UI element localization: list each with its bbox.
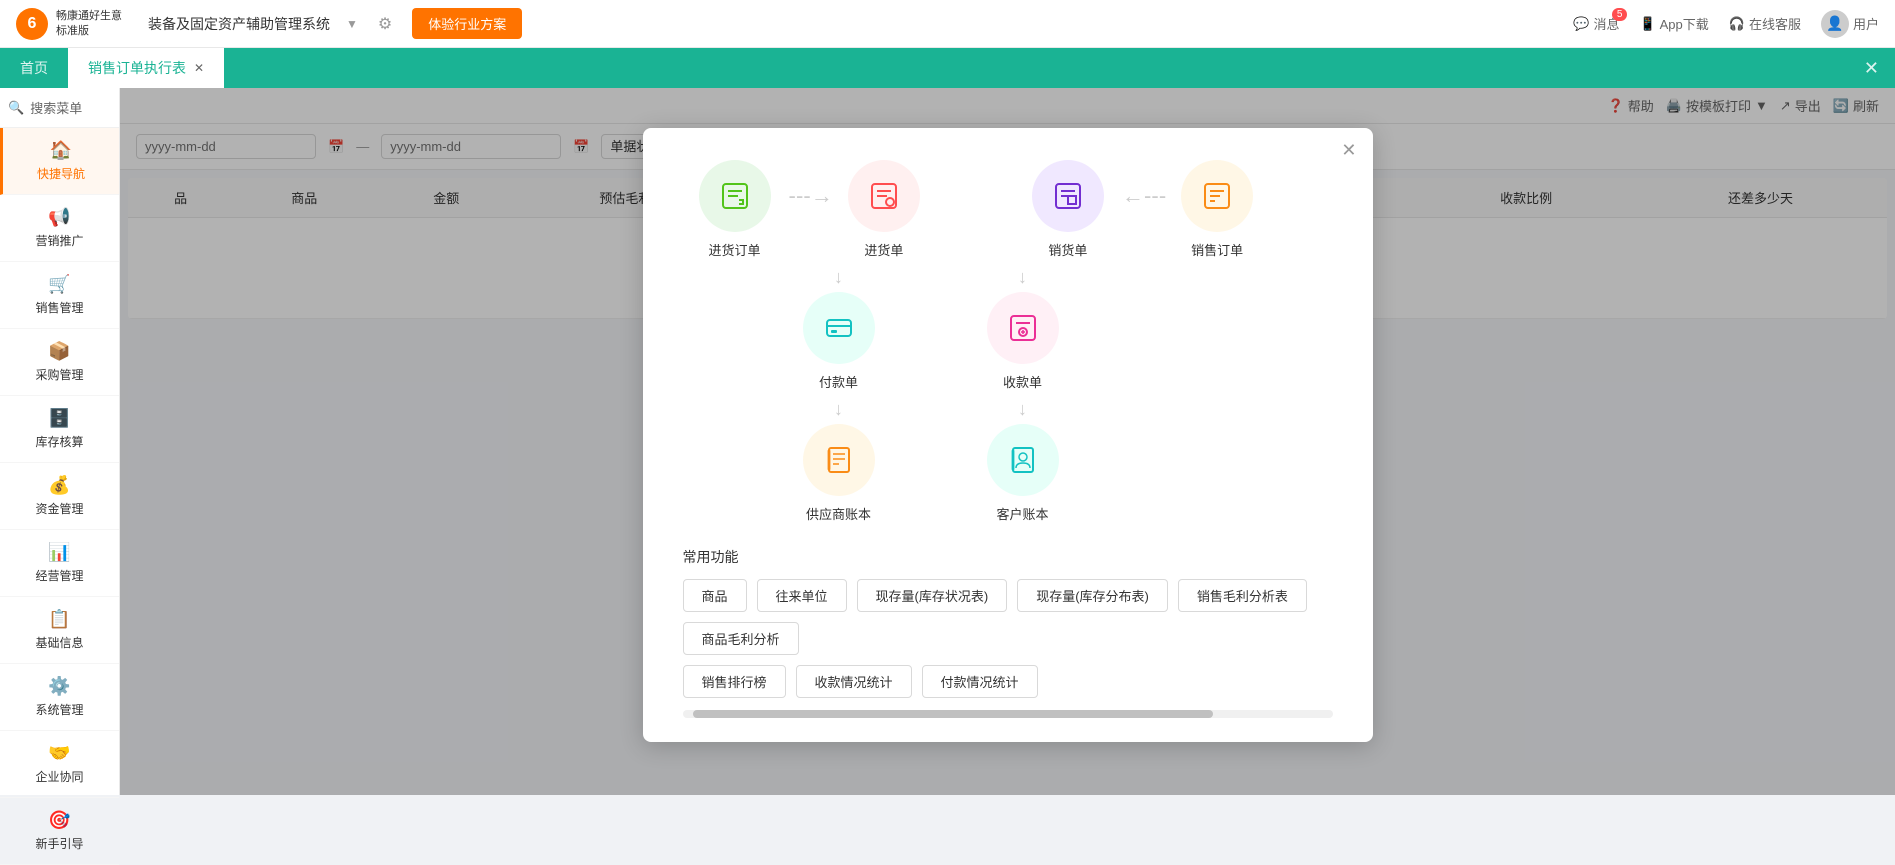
logo-area: 6 畅康通好生意 标准版 [16, 8, 136, 40]
flow-purchase-order: 进货订单 [699, 160, 771, 259]
sidebar-item-system[interactable]: ⚙️ 系统管理 [0, 664, 119, 731]
purchase-bill-circle [848, 160, 920, 232]
tab-sales-order[interactable]: 销售订单执行表 ✕ [68, 48, 224, 88]
function-buttons-row2: 销售排行榜 收款情况统计 付款情况统计 [683, 665, 1333, 698]
sidebar-item-inventory[interactable]: 🗄️ 库存核算 [0, 396, 119, 463]
func-btn-sales-rank[interactable]: 销售排行榜 [683, 665, 786, 698]
flow-receipt-bill: 收款单 [987, 292, 1059, 391]
top-header: 6 畅康通好生意 标准版 装备及固定资产辅助管理系统 ▼ ⚙ 体验行业方案 💬 … [0, 0, 1895, 48]
func-btn-product-profit[interactable]: 商品毛利分析 [683, 622, 799, 655]
sales-order-circle [1181, 160, 1253, 232]
tab-bar: 首页 销售订单执行表 ✕ ✕ [0, 48, 1895, 88]
arrow-payment-supplier: ↓ [787, 399, 891, 420]
func-btn-stock-dist[interactable]: 现存量(库存分布表) [1017, 579, 1168, 612]
gear-icon[interactable]: ⚙ [378, 14, 392, 34]
service-icon: 🎧 [1729, 16, 1745, 32]
main-layout: 🔍 搜索菜单 🏠 快捷导航 📢 营销推广 🛒 销售管理 📦 采购管理 🗄️ 库存… [0, 88, 1895, 795]
message-item[interactable]: 💬 消息 5 [1573, 14, 1619, 33]
common-title: 常用功能 [683, 547, 1333, 567]
sidebar-item-sales[interactable]: 🛒 销售管理 [0, 262, 119, 329]
function-buttons: 商品 往来单位 现存量(库存状况表) 现存量(库存分布表) 销售毛利分析表 商品… [683, 579, 1333, 655]
trial-button[interactable]: 体验行业方案 [412, 8, 522, 39]
system-title: 装备及固定资产辅助管理系统 [148, 14, 330, 34]
logo-icon: 6 [16, 8, 48, 40]
enterprise-icon: 🤝 [48, 743, 70, 764]
inventory-icon: 🗄️ [48, 408, 70, 429]
content-area: ❓ 帮助 🖨️ 按模板打印 ▼ ↗ 导出 🔄 刷新 📅 — 📅 [120, 88, 1895, 795]
flow-payment-bill: 付款单 [803, 292, 875, 391]
purchase-icon: 📦 [48, 341, 70, 362]
func-btn-receipt-stats[interactable]: 收款情况统计 [796, 665, 912, 698]
sidebar-item-newbie[interactable]: 🎯 新手引导 [0, 798, 119, 865]
tab-home[interactable]: 首页 [0, 48, 68, 88]
scrollbar-thumb [693, 710, 1213, 718]
flow-sales-bill: 销货单 [1032, 160, 1104, 259]
sidebar-search[interactable]: 🔍 搜索菜单 [0, 88, 119, 128]
avatar: 👤 [1821, 10, 1849, 38]
arrow-so-sb: ← - - - [1122, 183, 1163, 237]
flow-supplier-ledger: 供应商账本 [803, 424, 875, 523]
search-icon: 🔍 [8, 100, 24, 116]
sidebar-item-basic[interactable]: 📋 基础信息 [0, 597, 119, 664]
sidebar-item-marketing[interactable]: 📢 营销推广 [0, 195, 119, 262]
newbie-icon: 🎯 [48, 810, 70, 831]
message-icon: 💬 [1573, 16, 1589, 32]
arrow-pb-payment: ↓ [787, 267, 891, 288]
basic-icon: 📋 [48, 609, 70, 630]
sales-icon: 🛒 [48, 274, 70, 295]
sidebar-item-purchase[interactable]: 📦 采购管理 [0, 329, 119, 396]
finance-icon: 💰 [48, 475, 70, 496]
sidebar-item-finance[interactable]: 💰 资金管理 [0, 463, 119, 530]
supplier-ledger-circle [803, 424, 875, 496]
purchase-order-circle [699, 160, 771, 232]
dropdown-icon[interactable]: ▼ [346, 17, 358, 31]
payment-bill-circle [803, 292, 875, 364]
sidebar-item-enterprise[interactable]: 🤝 企业协同 [0, 731, 119, 798]
receipt-bill-circle [987, 292, 1059, 364]
func-btn-contacts[interactable]: 往来单位 [757, 579, 847, 612]
tab-close-icon[interactable]: ✕ [194, 61, 204, 75]
sales-bill-circle [1032, 160, 1104, 232]
sidebar-item-management[interactable]: 📊 经营管理 [0, 530, 119, 597]
message-badge: 5 [1612, 8, 1628, 21]
modal-close-icon[interactable]: ✕ [1341, 140, 1356, 161]
func-btn-product[interactable]: 商品 [683, 579, 747, 612]
app-icon: 📱 [1639, 16, 1655, 32]
func-btn-stock-status[interactable]: 现存量(库存状况表) [857, 579, 1008, 612]
scrollbar[interactable] [683, 710, 1333, 718]
flow-purchase-bill: 进货单 [848, 160, 920, 259]
common-section: 常用功能 商品 往来单位 现存量(库存状况表) 现存量(库存分布表) 销售毛利分… [683, 547, 1333, 698]
close-all-icon[interactable]: ✕ [1848, 58, 1895, 79]
func-btn-payment-stats[interactable]: 付款情况统计 [922, 665, 1038, 698]
logo-text: 畅康通好生意 标准版 [56, 9, 122, 38]
arrow-receipt-customer: ↓ [971, 399, 1075, 420]
online-service-item[interactable]: 🎧 在线客服 [1729, 14, 1801, 33]
user-item[interactable]: 👤 用户 [1821, 10, 1879, 38]
sidebar: 🔍 搜索菜单 🏠 快捷导航 📢 营销推广 🛒 销售管理 📦 采购管理 🗄️ 库存… [0, 88, 120, 795]
flow-customer-ledger: 客户账本 [987, 424, 1059, 523]
arrow-sb-receipt: ↓ [971, 267, 1075, 288]
app-download-item[interactable]: 📱 App下载 [1639, 14, 1708, 33]
marketing-icon: 📢 [48, 207, 70, 228]
header-right: 💬 消息 5 📱 App下载 🎧 在线客服 👤 用户 [1573, 10, 1879, 38]
management-icon: 📊 [48, 542, 70, 563]
func-btn-sales-profit[interactable]: 销售毛利分析表 [1178, 579, 1307, 612]
arrow-po-pb: - - - → [789, 183, 830, 237]
home-icon: 🏠 [50, 140, 72, 161]
modal: ✕ 进货订单 - - - → [643, 128, 1373, 742]
sidebar-item-quick-nav[interactable]: 🏠 快捷导航 [0, 128, 119, 195]
modal-overlay: ✕ 进货订单 - - - → [120, 88, 1895, 795]
system-icon: ⚙️ [48, 676, 70, 697]
flow-sales-order: 销售订单 [1181, 160, 1253, 259]
customer-ledger-circle [987, 424, 1059, 496]
